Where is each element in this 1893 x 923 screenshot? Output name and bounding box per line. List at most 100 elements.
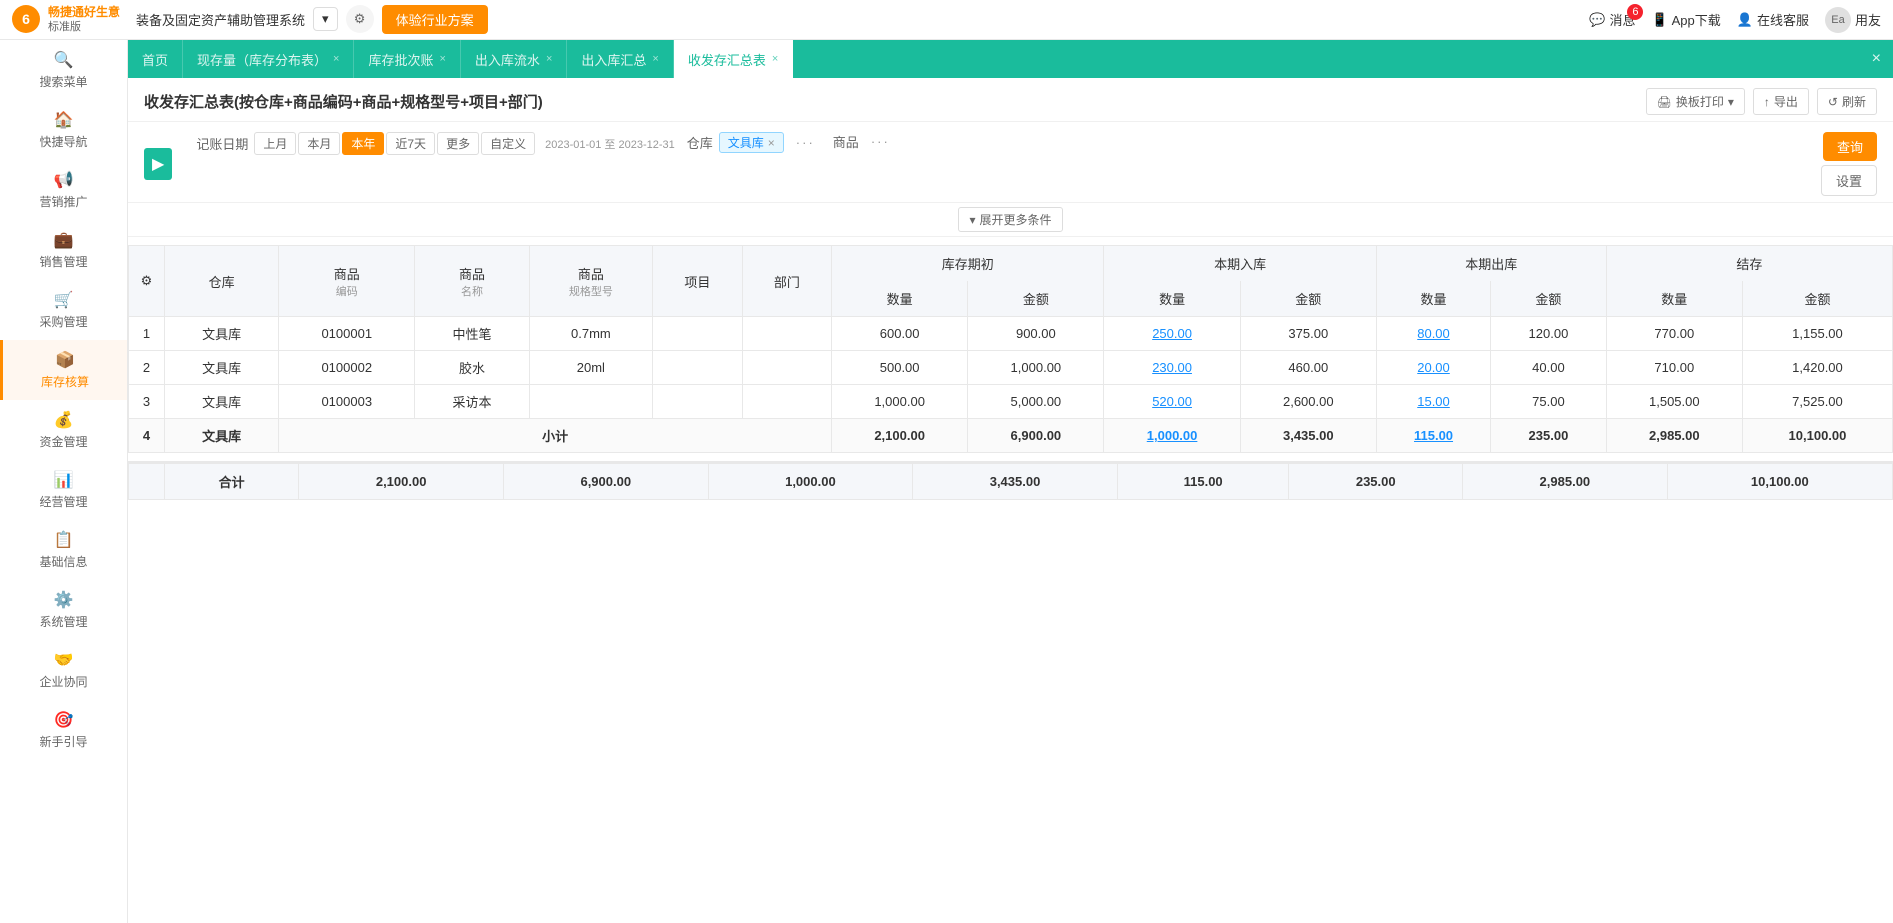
col-balance-amt: 金额 <box>1742 281 1892 317</box>
date-buttons: 上月 本月 本年 近7天 更多 自定义 <box>254 132 535 155</box>
subtotal-out-qty[interactable]: 115.00 <box>1376 419 1490 453</box>
system-dropdown[interactable]: ▾ <box>313 7 338 31</box>
footer-out-qty: 115.00 <box>1117 464 1289 500</box>
tab-close-icon[interactable]: × <box>652 53 658 65</box>
sidebar-item-system[interactable]: ⚙️ 系统管理 <box>0 580 127 640</box>
col-out-amt: 金额 <box>1491 281 1607 317</box>
finance-icon: 💰 <box>54 410 74 430</box>
warehouse-filter-dots[interactable]: ··· <box>790 135 821 150</box>
col-goods-code: 商品编码 <box>279 246 415 317</box>
sidebar-item-purchase[interactable]: 🛒 采购管理 <box>0 280 127 340</box>
subtotal-row: 4 文具库 小计 2,100.00 6,900.00 1,000.00 3,43… <box>129 419 1893 453</box>
sidebar-item-basic-info[interactable]: 📋 基础信息 <box>0 520 127 580</box>
trial-button[interactable]: 体验行业方案 <box>382 5 488 34</box>
row-out-qty[interactable]: 20.00 <box>1376 351 1490 385</box>
footer-balance-qty: 2,985.00 <box>1463 464 1668 500</box>
sidebar-item-search[interactable]: 🔍 搜索菜单 <box>0 40 127 100</box>
subtotal-opening-qty: 2,100.00 <box>832 419 968 453</box>
date-btn-custom[interactable]: 自定义 <box>481 132 535 155</box>
user-menu[interactable]: Ea 用友 <box>1825 7 1881 33</box>
goods-filter-dots[interactable]: ··· <box>865 134 896 149</box>
tab-close-icon[interactable]: × <box>439 53 445 65</box>
row-in-qty[interactable]: 520.00 <box>1104 385 1240 419</box>
table-row: 1 文具库 0100001 中性笔 0.7mm 600.00 900.00 25… <box>129 317 1893 351</box>
filter-settings-button[interactable]: 设置 <box>1821 165 1877 196</box>
query-button[interactable]: 查询 <box>1823 132 1877 161</box>
row-out-qty[interactable]: 15.00 <box>1376 385 1490 419</box>
row-goods-name: 采访本 <box>415 385 529 419</box>
sales-icon: 💼 <box>54 230 74 250</box>
footer-opening-amt: 6,900.00 <box>503 464 708 500</box>
sidebar-item-label: 销售管理 <box>39 253 87 270</box>
sidebar-item-newbie[interactable]: 🎯 新手引导 <box>0 700 127 760</box>
refresh-button[interactable]: ↺ 刷新 <box>1817 88 1877 115</box>
date-btn-last-month[interactable]: 上月 <box>254 132 296 155</box>
date-filter-group: 记账日期 上月 本月 本年 近7天 更多 自定义 2023-01-01 至 20… <box>196 132 674 155</box>
date-btn-7days[interactable]: 近7天 <box>386 132 435 155</box>
row-opening-amt: 900.00 <box>968 317 1104 351</box>
enterprise-icon: 🤝 <box>54 650 74 670</box>
expand-more-button[interactable]: ▾ 展开更多条件 <box>958 207 1062 232</box>
tab-label: 出入库汇总 <box>581 50 646 69</box>
row-out-qty[interactable]: 80.00 <box>1376 317 1490 351</box>
col-project: 项目 <box>653 246 742 317</box>
tab-bar-close-icon[interactable]: × <box>1860 50 1893 68</box>
date-btn-this-month[interactable]: 本月 <box>298 132 340 155</box>
tab-summary[interactable]: 出入库汇总 × <box>567 40 673 78</box>
row-project <box>653 385 742 419</box>
row-department <box>742 385 831 419</box>
tab-batch[interactable]: 库存批次账 × <box>354 40 460 78</box>
subtotal-balance-qty: 2,985.00 <box>1606 419 1742 453</box>
sidebar-item-label: 基础信息 <box>39 553 87 570</box>
date-btn-this-year[interactable]: 本年 <box>342 132 384 155</box>
tab-home[interactable]: 首页 <box>128 40 183 78</box>
row-no: 2 <box>129 351 165 385</box>
row-in-qty[interactable]: 250.00 <box>1104 317 1240 351</box>
subtotal-in-qty[interactable]: 1,000.00 <box>1104 419 1240 453</box>
row-out-amt: 120.00 <box>1491 317 1607 351</box>
tab-close-icon[interactable]: × <box>546 53 552 65</box>
footer-in-qty: 1,000.00 <box>708 464 913 500</box>
col-settings[interactable]: ⚙ <box>129 246 165 317</box>
tab-flow[interactable]: 出入库流水 × <box>461 40 567 78</box>
operations-icon: 📊 <box>54 470 74 490</box>
sidebar-item-label: 采购管理 <box>39 313 87 330</box>
online-service-btn[interactable]: 👤 在线客服 <box>1737 10 1809 29</box>
sidebar-item-quick-nav[interactable]: 🏠 快捷导航 <box>0 100 127 160</box>
tab-label: 现存量（库存分布表） <box>197 50 327 69</box>
warehouse-tag-close[interactable]: × <box>768 136 775 150</box>
row-in-qty[interactable]: 230.00 <box>1104 351 1240 385</box>
sidebar-item-enterprise[interactable]: 🤝 企业协同 <box>0 640 127 700</box>
row-balance-amt: 1,155.00 <box>1742 317 1892 351</box>
row-goods-code: 0100002 <box>279 351 415 385</box>
date-btn-more[interactable]: 更多 <box>437 132 479 155</box>
tab-inventory-dist[interactable]: 现存量（库存分布表） × <box>183 40 354 78</box>
row-goods-code: 0100003 <box>279 385 415 419</box>
warehouse-filter-group: 仓库 文具库 × ··· <box>687 132 821 153</box>
sidebar-item-finance[interactable]: 💰 资金管理 <box>0 400 127 460</box>
row-no: 3 <box>129 385 165 419</box>
query-action-area: 查询 设置 <box>1821 132 1877 196</box>
print-button[interactable]: 🖨 换板打印 ▾ <box>1646 88 1745 115</box>
footer-balance-amt: 10,100.00 <box>1667 464 1892 500</box>
settings-icon[interactable]: ⚙ <box>346 5 374 33</box>
home-icon: 🏠 <box>54 110 74 130</box>
header-right-buttons: 🖨 换板打印 ▾ ↑ 导出 ↺ 刷新 <box>1646 88 1877 115</box>
row-project <box>653 317 742 351</box>
export-button[interactable]: ↑ 导出 <box>1753 88 1809 115</box>
tab-label: 库存批次账 <box>368 50 433 69</box>
tab-close-icon[interactable]: × <box>333 53 339 65</box>
row-warehouse: 文具库 <box>165 385 279 419</box>
app-download-btn[interactable]: 📱 App下载 <box>1651 10 1720 29</box>
tab-close-icon[interactable]: × <box>772 53 778 65</box>
sidebar-item-operations[interactable]: 📊 经营管理 <box>0 460 127 520</box>
sidebar-item-sales[interactable]: 💼 销售管理 <box>0 220 127 280</box>
sidebar-item-marketing[interactable]: 📢 营销推广 <box>0 160 127 220</box>
sidebar-item-inventory[interactable]: 📦 库存核算 <box>0 340 127 400</box>
filter-toggle-button[interactable]: ▶ <box>144 148 172 180</box>
tab-home-label: 首页 <box>142 50 168 69</box>
tab-stock-summary[interactable]: 收发存汇总表 × <box>674 40 793 78</box>
message-btn[interactable]: 💬 消息 6 <box>1589 10 1635 29</box>
purchase-icon: 🛒 <box>54 290 74 310</box>
subtotal-no: 4 <box>129 419 165 453</box>
